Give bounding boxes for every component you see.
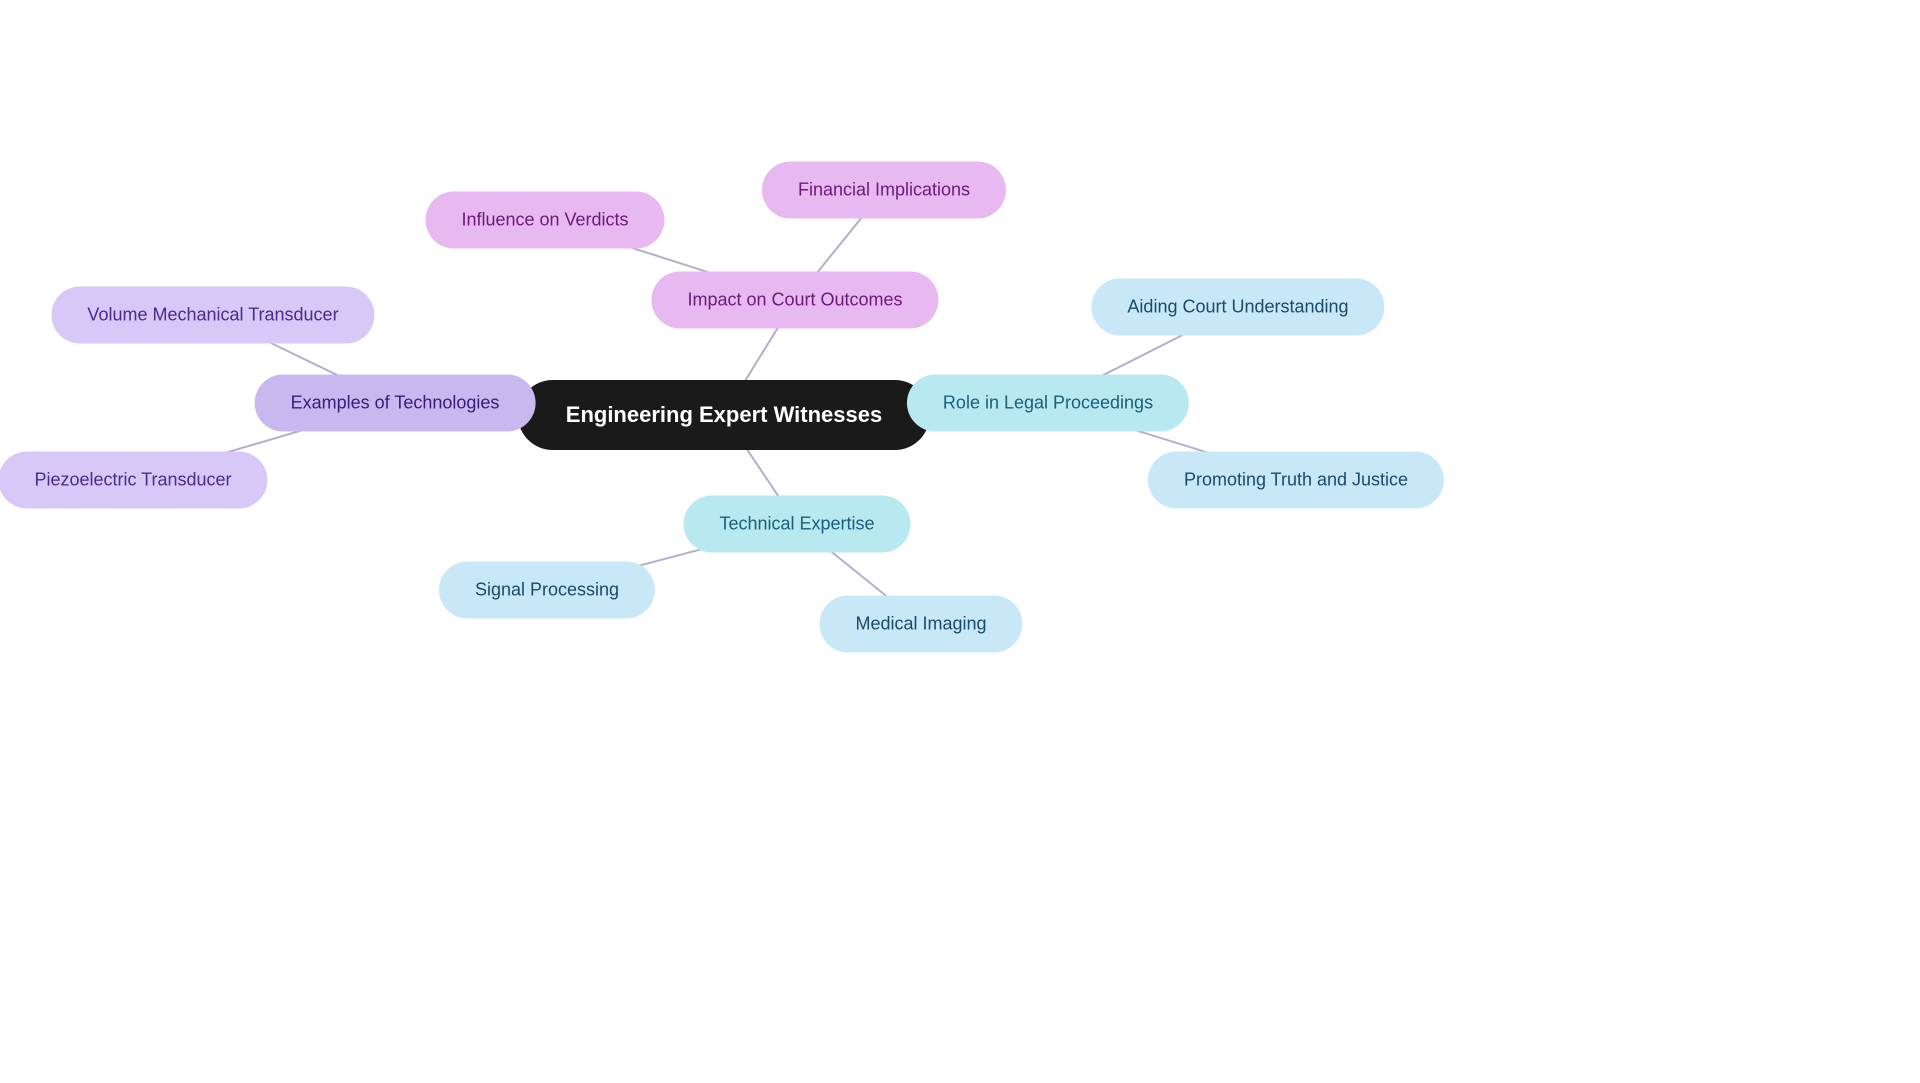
node-label-examples-tech: Examples of Technologies — [291, 393, 500, 414]
node-center: Engineering Expert Witnesses — [518, 380, 930, 450]
node-role-legal: Role in Legal Proceedings — [907, 375, 1189, 432]
mind-map-container: Engineering Expert Witnesses Impact on Co… — [0, 0, 1920, 1083]
node-label-promoting-truth: Promoting Truth and Justice — [1184, 470, 1408, 491]
node-volume-mechanical: Volume Mechanical Transducer — [51, 287, 374, 344]
node-medical-imaging: Medical Imaging — [819, 596, 1022, 653]
node-label-medical-imaging: Medical Imaging — [855, 614, 986, 635]
node-label-influence-verdicts: Influence on Verdicts — [461, 210, 628, 231]
node-label-aiding-court: Aiding Court Understanding — [1127, 297, 1348, 318]
node-label-volume-mechanical: Volume Mechanical Transducer — [87, 305, 338, 326]
node-label-technical-expertise: Technical Expertise — [719, 514, 874, 535]
node-label-impact-court: Impact on Court Outcomes — [687, 290, 902, 311]
node-aiding-court: Aiding Court Understanding — [1091, 279, 1384, 336]
node-influence-verdicts: Influence on Verdicts — [425, 192, 664, 249]
node-examples-tech: Examples of Technologies — [255, 375, 536, 432]
node-label-piezoelectric: Piezoelectric Transducer — [34, 470, 231, 491]
node-label-signal-processing: Signal Processing — [475, 580, 619, 601]
node-label-center: Engineering Expert Witnesses — [566, 402, 882, 428]
node-promoting-truth: Promoting Truth and Justice — [1148, 452, 1444, 509]
node-financial-implications: Financial Implications — [762, 162, 1006, 219]
node-technical-expertise: Technical Expertise — [683, 496, 910, 553]
node-piezoelectric: Piezoelectric Transducer — [0, 452, 268, 509]
node-label-financial-implications: Financial Implications — [798, 180, 970, 201]
node-signal-processing: Signal Processing — [439, 562, 655, 619]
node-label-role-legal: Role in Legal Proceedings — [943, 393, 1153, 414]
node-impact-court: Impact on Court Outcomes — [651, 272, 938, 329]
